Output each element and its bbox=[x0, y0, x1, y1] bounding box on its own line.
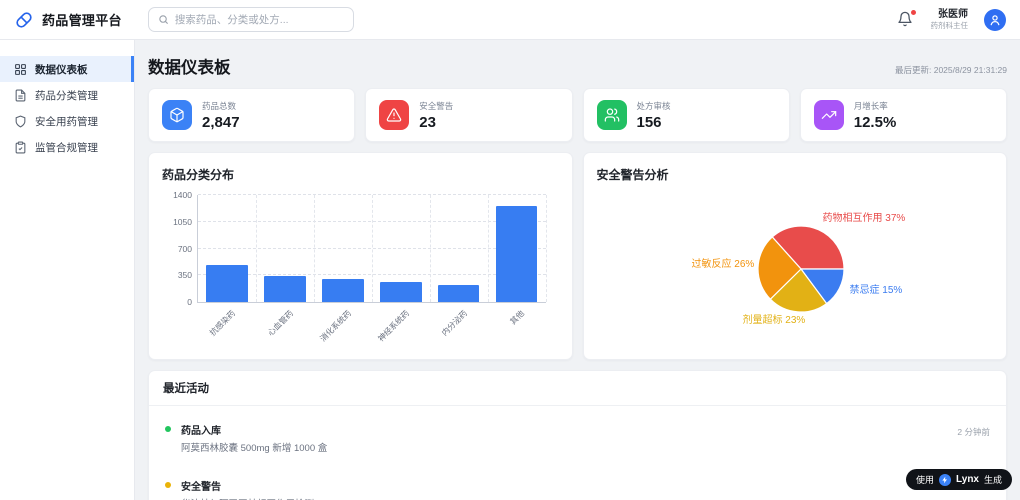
search-input[interactable] bbox=[174, 13, 344, 26]
y-axis-tick: 1050 bbox=[173, 216, 192, 227]
bar-心血管药 bbox=[264, 276, 306, 302]
gridline bbox=[545, 195, 547, 302]
search-icon bbox=[158, 14, 169, 25]
last-updated: 最后更新: 2025/8/29 21:31:29 bbox=[895, 65, 1007, 75]
stat-label: 药品总数 bbox=[202, 100, 237, 111]
gridline bbox=[487, 195, 489, 302]
bar-chart-card: 药品分类分布 0 350 700 1050 1400 抗感染药 心血管药 消化系统药 神经系统药… bbox=[148, 152, 573, 360]
stat-card-prescription-review: 处方审核 156 bbox=[582, 88, 790, 142]
gridline bbox=[255, 195, 257, 302]
sidebar-item-label: 数据仪表板 bbox=[35, 63, 88, 76]
page-title: 数据仪表板 bbox=[148, 59, 231, 77]
x-axis-label: 心血管药 bbox=[265, 308, 295, 338]
app-header: 药品管理平台 张医师 药剂科主任 bbox=[0, 0, 1020, 40]
activity-desc: 华法林与阿司匹林相互作用检测 bbox=[181, 496, 314, 500]
y-axis-tick: 1400 bbox=[173, 190, 192, 200]
dashboard-icon bbox=[14, 63, 27, 76]
badge-brand: Lynx bbox=[956, 474, 979, 485]
bar-其他 bbox=[495, 205, 538, 302]
badge-prefix: 使用 bbox=[916, 475, 935, 485]
gridline bbox=[429, 195, 431, 302]
status-dot bbox=[165, 482, 171, 488]
lynx-logo-icon bbox=[939, 473, 952, 486]
sidebar-item-safety[interactable]: 安全用药管理 bbox=[0, 108, 134, 134]
stat-value: 23 bbox=[419, 113, 436, 131]
pie-label-剂量超标: 剂量超标 23% bbox=[742, 315, 806, 326]
y-axis-tick: 700 bbox=[177, 243, 192, 254]
x-axis-label: 内分泌药 bbox=[439, 308, 469, 338]
main-content: 数据仪表板 最后更新: 2025/8/29 21:31:29 药品总数 2,84… bbox=[135, 40, 1020, 500]
alert-triangle-icon bbox=[379, 100, 410, 130]
notifications-button[interactable] bbox=[897, 9, 916, 29]
stat-card-monthly-growth: 月增长率 12.5% bbox=[799, 88, 1007, 142]
stat-value: 12.5% bbox=[853, 113, 897, 131]
recent-activity-title: 最近活动 bbox=[149, 371, 1006, 406]
sidebar-item-label: 药品分类管理 bbox=[35, 89, 98, 102]
document-icon bbox=[14, 89, 27, 102]
bar-chart-plot: 0 350 700 1050 1400 抗感染药 心血管药 消化系统药 神经系统药 内分泌药 其他 bbox=[173, 190, 547, 343]
stat-value: 156 bbox=[636, 113, 662, 131]
x-axis-label: 消化系统药 bbox=[318, 308, 353, 344]
bar-神经系统药 bbox=[379, 281, 422, 302]
capsule-logo-icon bbox=[14, 10, 34, 30]
lynx-generated-badge[interactable]: 使用 Lynx 生成 bbox=[906, 469, 1012, 490]
sidebar-item-categories[interactable]: 药品分类管理 bbox=[0, 82, 134, 108]
activity-title: 安全警告 bbox=[181, 482, 221, 493]
sidebar-item-label: 安全用药管理 bbox=[35, 115, 98, 128]
bar-chart-title: 药品分类分布 bbox=[162, 168, 235, 182]
sidebar-item-dashboard[interactable]: 数据仪表板 bbox=[0, 56, 134, 82]
pie-chart-card: 安全警告分析 药物相互作用 37% 禁忌症 15% 剂量超标 23% 过敏反应 26% bbox=[582, 152, 1007, 360]
app-logo: 药品管理平台 bbox=[14, 10, 122, 30]
stat-cards: 药品总数 2,847 安全警告 23 处方审核 156 月增长率 12.5% bbox=[148, 88, 1007, 142]
bar-消化系统药 bbox=[321, 279, 364, 302]
shield-icon bbox=[14, 115, 27, 128]
badge-suffix: 生成 bbox=[983, 475, 1002, 485]
stat-card-safety-warnings: 安全警告 23 bbox=[365, 88, 573, 142]
pie-chart-plot: 药物相互作用 37% 禁忌症 15% 剂量超标 23% 过敏反应 26% bbox=[584, 153, 1007, 359]
x-axis-label: 神经系统药 bbox=[376, 308, 411, 344]
x-axis-label: 其他 bbox=[508, 308, 527, 327]
stat-label: 安全警告 bbox=[419, 100, 454, 111]
stat-label: 月增长率 bbox=[853, 100, 888, 111]
pie-label-药物相互作用: 药物相互作用 37% bbox=[822, 213, 906, 224]
clipboard-icon bbox=[14, 141, 27, 154]
gridline bbox=[371, 195, 373, 302]
app-title: 药品管理平台 bbox=[42, 13, 122, 28]
sidebar-item-label: 监管合规管理 bbox=[35, 141, 98, 154]
search-bar[interactable] bbox=[147, 7, 354, 32]
trending-up-icon bbox=[813, 100, 844, 130]
activity-item-safety-warning: 安全警告 华法林与阿司匹林相互作用检测 bbox=[165, 478, 990, 500]
notification-dot bbox=[910, 9, 916, 15]
x-axis-label: 抗感染药 bbox=[207, 308, 237, 338]
activity-item-stock-in: 药品入库 阿莫西林胶囊 500mg 新增 1000 盒 2 分钟前 bbox=[165, 422, 990, 454]
package-icon bbox=[162, 100, 192, 130]
user-info: 张医师 药剂科主任 bbox=[931, 9, 969, 31]
user-role: 药剂科主任 bbox=[930, 21, 969, 31]
status-dot bbox=[165, 426, 171, 432]
recent-activity-card: 最近活动 药品入库 阿莫西林胶囊 500mg 新增 1000 盒 2 分钟前 安… bbox=[148, 370, 1007, 500]
user-name: 张医师 bbox=[938, 8, 968, 20]
stat-card-total-drugs: 药品总数 2,847 bbox=[148, 88, 356, 142]
activity-time: 2 分钟前 bbox=[957, 427, 990, 437]
users-icon bbox=[596, 100, 627, 130]
stat-label: 处方审核 bbox=[636, 100, 671, 111]
gridline bbox=[313, 195, 315, 302]
y-axis-tick: 350 bbox=[177, 270, 192, 281]
sidebar-item-compliance[interactable]: 监管合规管理 bbox=[0, 134, 134, 160]
user-avatar[interactable] bbox=[984, 8, 1006, 31]
bar-抗感染药 bbox=[206, 264, 248, 302]
bar-内分泌药 bbox=[437, 284, 480, 302]
y-axis-tick: 0 bbox=[187, 297, 192, 307]
sidebar: 数据仪表板 药品分类管理 安全用药管理 监管合规管理 bbox=[0, 40, 135, 500]
pie-label-禁忌症: 禁忌症 15% bbox=[849, 285, 903, 296]
activity-desc: 阿莫西林胶囊 500mg 新增 1000 盒 bbox=[181, 443, 328, 454]
pie-label-过敏反应: 过敏反应 26% bbox=[691, 259, 755, 270]
pie bbox=[756, 225, 845, 313]
stat-value: 2,847 bbox=[202, 113, 240, 131]
activity-title: 药品入库 bbox=[181, 426, 221, 437]
